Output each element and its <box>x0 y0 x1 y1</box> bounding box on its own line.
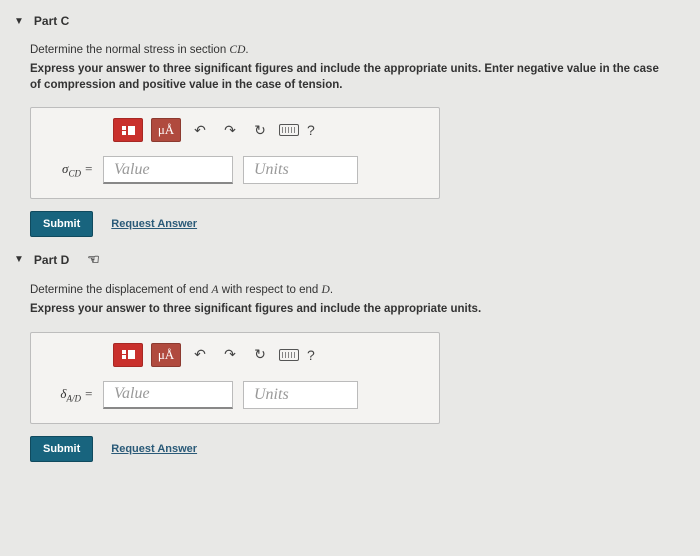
part-d-instructions: Express your answer to three significant… <box>30 302 670 318</box>
part-d-actions: Submit Request Answer <box>30 436 670 462</box>
redo-icon[interactable]: ↷ <box>219 118 241 142</box>
submit-button[interactable]: Submit <box>30 211 93 237</box>
units-input[interactable]: Units <box>243 381 358 409</box>
part-c-variable-label: σCD = <box>49 161 93 179</box>
part-c-answer-box: μÅ ↶ ↷ ↻ ? σCD = Value Units <box>30 107 440 199</box>
part-d-input-row: δA/D = Value Units <box>49 381 421 409</box>
symbols-button[interactable]: μÅ <box>151 118 181 142</box>
request-answer-link[interactable]: Request Answer <box>111 218 197 230</box>
value-input[interactable]: Value <box>103 156 233 184</box>
part-c-toolbar: μÅ ↶ ↷ ↻ ? <box>49 118 421 142</box>
undo-icon[interactable]: ↶ <box>189 118 211 142</box>
part-d-answer-box: μÅ ↶ ↷ ↻ ? δA/D = Value Units <box>30 332 440 424</box>
part-d-header[interactable]: ▼ Part D ☜ <box>0 245 700 274</box>
help-icon[interactable]: ? <box>307 118 315 142</box>
template-button[interactable] <box>113 118 143 142</box>
part-d-toolbar: μÅ ↶ ↷ ↻ ? <box>49 343 421 367</box>
reset-icon[interactable]: ↻ <box>249 343 271 367</box>
part-c-title: Part C <box>34 14 69 28</box>
part-c-header[interactable]: ▼ Part C <box>0 8 700 34</box>
part-c-input-row: σCD = Value Units <box>49 156 421 184</box>
keyboard-icon[interactable] <box>279 118 299 142</box>
value-input[interactable]: Value <box>103 381 233 409</box>
submit-button[interactable]: Submit <box>30 436 93 462</box>
collapse-caret-icon: ▼ <box>14 16 24 27</box>
part-d-variable-label: δA/D = <box>49 386 93 404</box>
symbols-button[interactable]: μÅ <box>151 343 181 367</box>
part-c-prompt: Determine the normal stress in section C… <box>30 44 670 56</box>
units-input[interactable]: Units <box>243 156 358 184</box>
keyboard-icon[interactable] <box>279 343 299 367</box>
part-c-actions: Submit Request Answer <box>30 211 670 237</box>
request-answer-link[interactable]: Request Answer <box>111 443 197 455</box>
part-d-title: Part D <box>34 253 69 267</box>
collapse-caret-icon: ▼ <box>14 254 24 265</box>
help-icon[interactable]: ? <box>307 343 315 367</box>
part-c-content: Determine the normal stress in section C… <box>0 34 700 245</box>
hand-cursor-icon: ☜ <box>87 251 100 268</box>
redo-icon[interactable]: ↷ <box>219 343 241 367</box>
part-d-content: Determine the displacement of end A with… <box>0 274 700 470</box>
template-button[interactable] <box>113 343 143 367</box>
part-d-prompt: Determine the displacement of end A with… <box>30 284 670 296</box>
part-c-instructions: Express your answer to three significant… <box>30 62 670 93</box>
undo-icon[interactable]: ↶ <box>189 343 211 367</box>
reset-icon[interactable]: ↻ <box>249 118 271 142</box>
